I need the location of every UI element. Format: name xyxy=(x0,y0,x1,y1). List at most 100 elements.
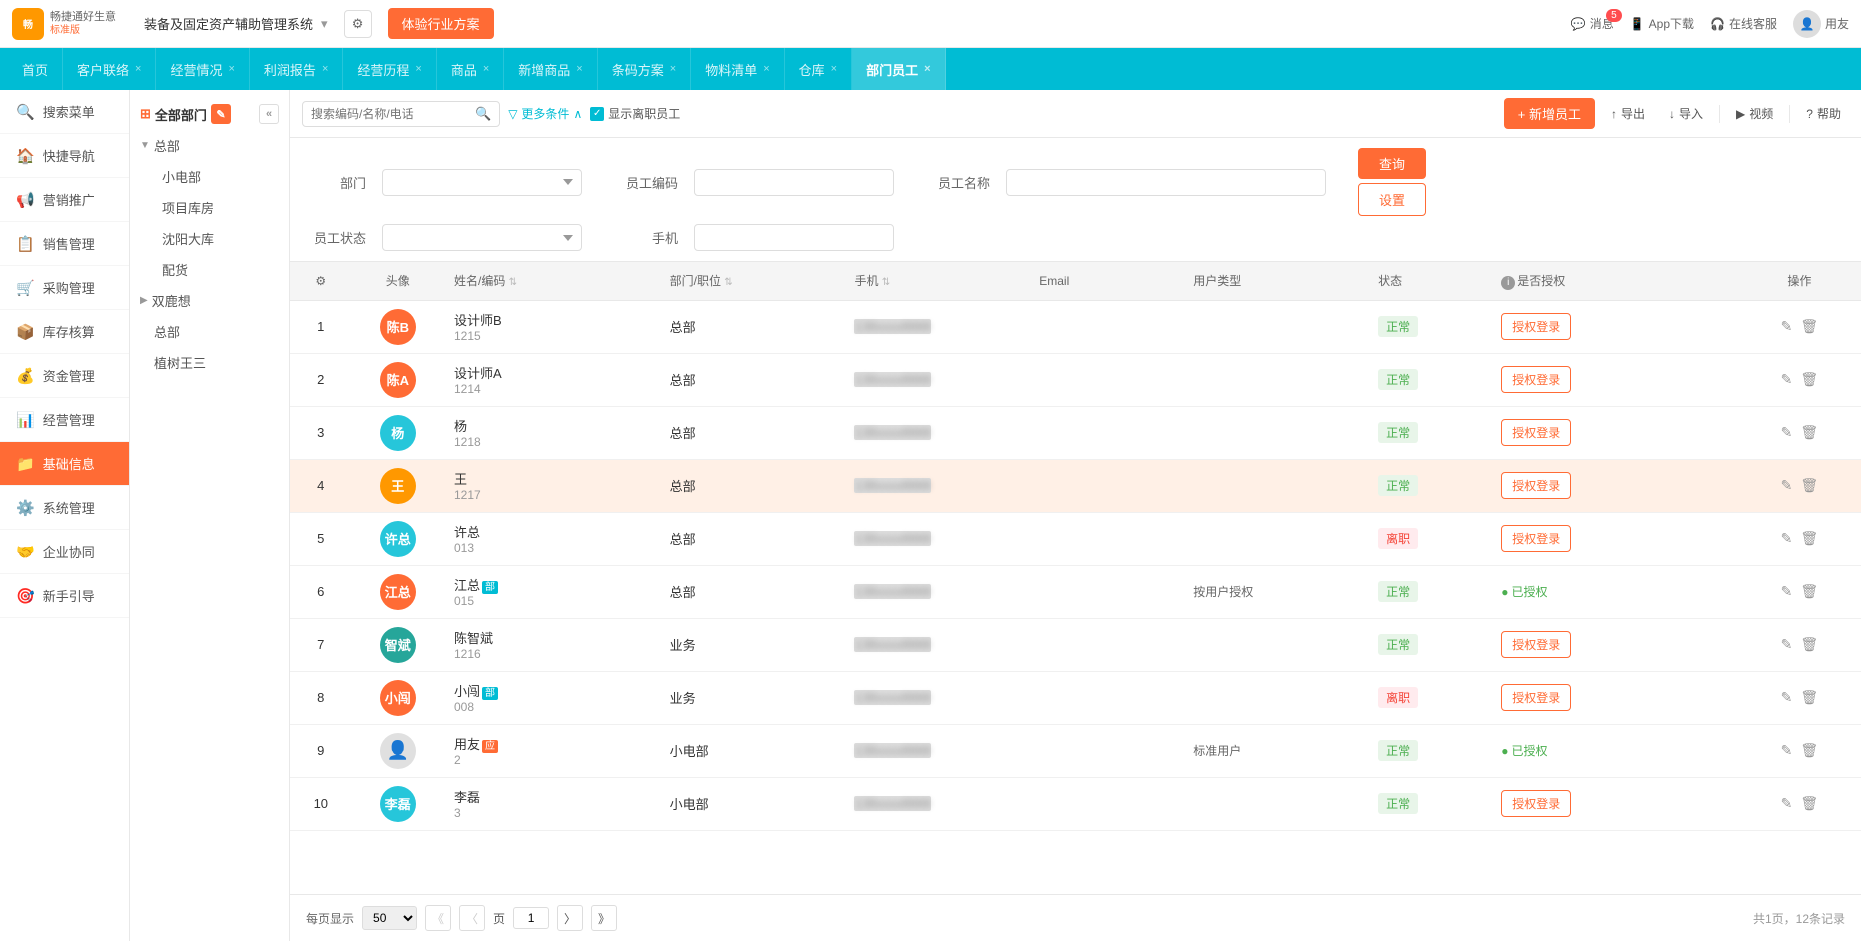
nav-tab-经营历程[interactable]: 经营历程× xyxy=(343,48,436,90)
auth-login-button[interactable]: 授权登录 xyxy=(1501,313,1571,340)
col-dept[interactable]: 部门/职位 ⇅ xyxy=(660,262,845,300)
delete-button[interactable]: 🗑 xyxy=(1796,687,1822,708)
try-button[interactable]: 体验行业方案 xyxy=(388,8,494,39)
tree-node-小电部[interactable]: 小电部 xyxy=(130,161,289,192)
edit-button[interactable]: ✎ xyxy=(1777,740,1797,761)
page-size-select[interactable]: 50 100 xyxy=(362,906,417,930)
phone-input[interactable] xyxy=(694,224,894,251)
left-nav-item-新手引导[interactable]: 🎯新手引导 xyxy=(0,574,129,618)
message-button[interactable]: 💬 消息 5 xyxy=(1571,15,1614,32)
left-nav-item-快捷导航[interactable]: 🏠快捷导航 xyxy=(0,134,129,178)
edit-button[interactable]: ✎ xyxy=(1777,316,1797,337)
left-nav-item-销售管理[interactable]: 📋销售管理 xyxy=(0,222,129,266)
user-avatar[interactable]: 👤 用友 xyxy=(1793,10,1849,38)
set-button[interactable]: 设置 xyxy=(1358,183,1426,216)
delete-button[interactable]: 🗑 xyxy=(1796,316,1822,337)
nav-tab-商品[interactable]: 商品× xyxy=(437,48,504,90)
edit-button[interactable]: ✎ xyxy=(1777,422,1797,443)
left-nav-item-资金管理[interactable]: 💰资金管理 xyxy=(0,354,129,398)
query-button[interactable]: 查询 xyxy=(1358,148,1426,179)
nav-tab-客户联络[interactable]: 客户联络× xyxy=(63,48,156,90)
edit-button[interactable]: ✎ xyxy=(1777,475,1797,496)
left-nav-item-系统管理[interactable]: ⚙️系统管理 xyxy=(0,486,129,530)
close-tab-icon[interactable]: × xyxy=(763,63,769,75)
nav-tab-首页[interactable]: 首页 xyxy=(8,48,63,90)
prev-page-button[interactable]: 〈 xyxy=(459,905,485,931)
close-tab-icon[interactable]: × xyxy=(924,63,930,75)
show-resigned-toggle[interactable]: ✓ 显示离职员工 xyxy=(590,105,680,122)
col-settings[interactable]: ⚙ xyxy=(290,262,352,300)
nav-tab-新增商品[interactable]: 新增商品× xyxy=(504,48,597,90)
auth-login-button[interactable]: 授权登录 xyxy=(1501,366,1571,393)
close-tab-icon[interactable]: × xyxy=(135,63,141,75)
left-nav-item-库存核算[interactable]: 📦库存核算 xyxy=(0,310,129,354)
close-tab-icon[interactable]: × xyxy=(576,63,582,75)
app-download-button[interactable]: 📱 App下载 xyxy=(1630,15,1694,32)
show-resigned-checkbox[interactable]: ✓ xyxy=(590,107,604,121)
auth-login-button[interactable]: 授权登录 xyxy=(1501,790,1571,817)
more-filter-button[interactable]: ▽ 更多条件 ∧ xyxy=(508,105,582,122)
dept-select[interactable] xyxy=(382,169,582,196)
tree-node-双鹿想[interactable]: ▶双鹿想 xyxy=(130,285,289,316)
edit-dept-button[interactable]: ✎ xyxy=(211,104,231,124)
delete-button[interactable]: 🗑 xyxy=(1796,740,1822,761)
collapse-sidebar-button[interactable]: « xyxy=(259,104,279,124)
nav-tab-经营情况[interactable]: 经营情况× xyxy=(156,48,249,90)
close-tab-icon[interactable]: × xyxy=(670,63,676,75)
tree-node-配货[interactable]: 配货 xyxy=(130,254,289,285)
export-button[interactable]: ↑ 导出 xyxy=(1603,101,1653,126)
emp-code-input[interactable] xyxy=(694,169,894,196)
auth-login-button[interactable]: 授权登录 xyxy=(1501,419,1571,446)
dropdown-arrow-icon[interactable]: ▾ xyxy=(321,16,328,32)
left-nav-item-基础信息[interactable]: 📁基础信息 xyxy=(0,442,129,486)
last-page-button[interactable]: 》 xyxy=(591,905,617,931)
tree-node-项目库房[interactable]: 项目库房 xyxy=(130,192,289,223)
col-name[interactable]: 姓名/编码 ⇅ xyxy=(444,262,660,300)
nav-tab-物料清单[interactable]: 物料清单× xyxy=(691,48,784,90)
gear-button[interactable]: ⚙ xyxy=(344,10,372,38)
left-nav-item-采购管理[interactable]: 🛒采购管理 xyxy=(0,266,129,310)
left-nav-item-经营管理[interactable]: 📊经营管理 xyxy=(0,398,129,442)
tree-node-总部[interactable]: ▼总部 xyxy=(130,130,289,161)
import-button[interactable]: ↓ 导入 xyxy=(1661,101,1711,126)
close-tab-icon[interactable]: × xyxy=(322,63,328,75)
left-nav-item-营销推广[interactable]: 📢营销推广 xyxy=(0,178,129,222)
delete-button[interactable]: 🗑 xyxy=(1796,422,1822,443)
edit-button[interactable]: ✎ xyxy=(1777,634,1797,655)
edit-button[interactable]: ✎ xyxy=(1777,793,1797,814)
edit-button[interactable]: ✎ xyxy=(1777,581,1797,602)
help-button[interactable]: ? 帮助 xyxy=(1798,101,1849,126)
close-tab-icon[interactable]: × xyxy=(483,63,489,75)
close-tab-icon[interactable]: × xyxy=(831,63,837,75)
close-tab-icon[interactable]: × xyxy=(228,63,234,75)
page-input[interactable] xyxy=(513,907,549,929)
emp-status-select[interactable] xyxy=(382,224,582,251)
video-button[interactable]: ▶ 视频 xyxy=(1728,101,1781,126)
nav-tab-部门员工[interactable]: 部门员工× xyxy=(852,48,945,90)
delete-button[interactable]: 🗑 xyxy=(1796,475,1822,496)
tree-node-沈阳大库[interactable]: 沈阳大库 xyxy=(130,223,289,254)
auth-login-button[interactable]: 授权登录 xyxy=(1501,684,1571,711)
first-page-button[interactable]: 《 xyxy=(425,905,451,931)
delete-button[interactable]: 🗑 xyxy=(1796,634,1822,655)
nav-tab-仓库[interactable]: 仓库× xyxy=(785,48,852,90)
online-service-button[interactable]: 🎧 在线客服 xyxy=(1710,15,1777,32)
delete-button[interactable]: 🗑 xyxy=(1796,581,1822,602)
delete-button[interactable]: 🗑 xyxy=(1796,793,1822,814)
auth-login-button[interactable]: 授权登录 xyxy=(1501,472,1571,499)
delete-button[interactable]: 🗑 xyxy=(1796,369,1822,390)
col-phone[interactable]: 手机 ⇅ xyxy=(844,262,1029,300)
left-nav-item-搜索菜单[interactable]: 🔍搜索菜单 xyxy=(0,90,129,134)
next-page-button[interactable]: 〉 xyxy=(557,905,583,931)
emp-name-input[interactable] xyxy=(1006,169,1326,196)
tree-node-植树王三[interactable]: 植树王三 xyxy=(130,347,289,378)
search-input[interactable] xyxy=(311,107,471,121)
search-icon[interactable]: 🔍 xyxy=(475,106,491,122)
edit-button[interactable]: ✎ xyxy=(1777,369,1797,390)
nav-tab-利润报告[interactable]: 利润报告× xyxy=(250,48,343,90)
edit-button[interactable]: ✎ xyxy=(1777,687,1797,708)
auth-login-button[interactable]: 授权登录 xyxy=(1501,631,1571,658)
edit-button[interactable]: ✎ xyxy=(1777,528,1797,549)
nav-tab-条码方案[interactable]: 条码方案× xyxy=(598,48,691,90)
close-tab-icon[interactable]: × xyxy=(415,63,421,75)
